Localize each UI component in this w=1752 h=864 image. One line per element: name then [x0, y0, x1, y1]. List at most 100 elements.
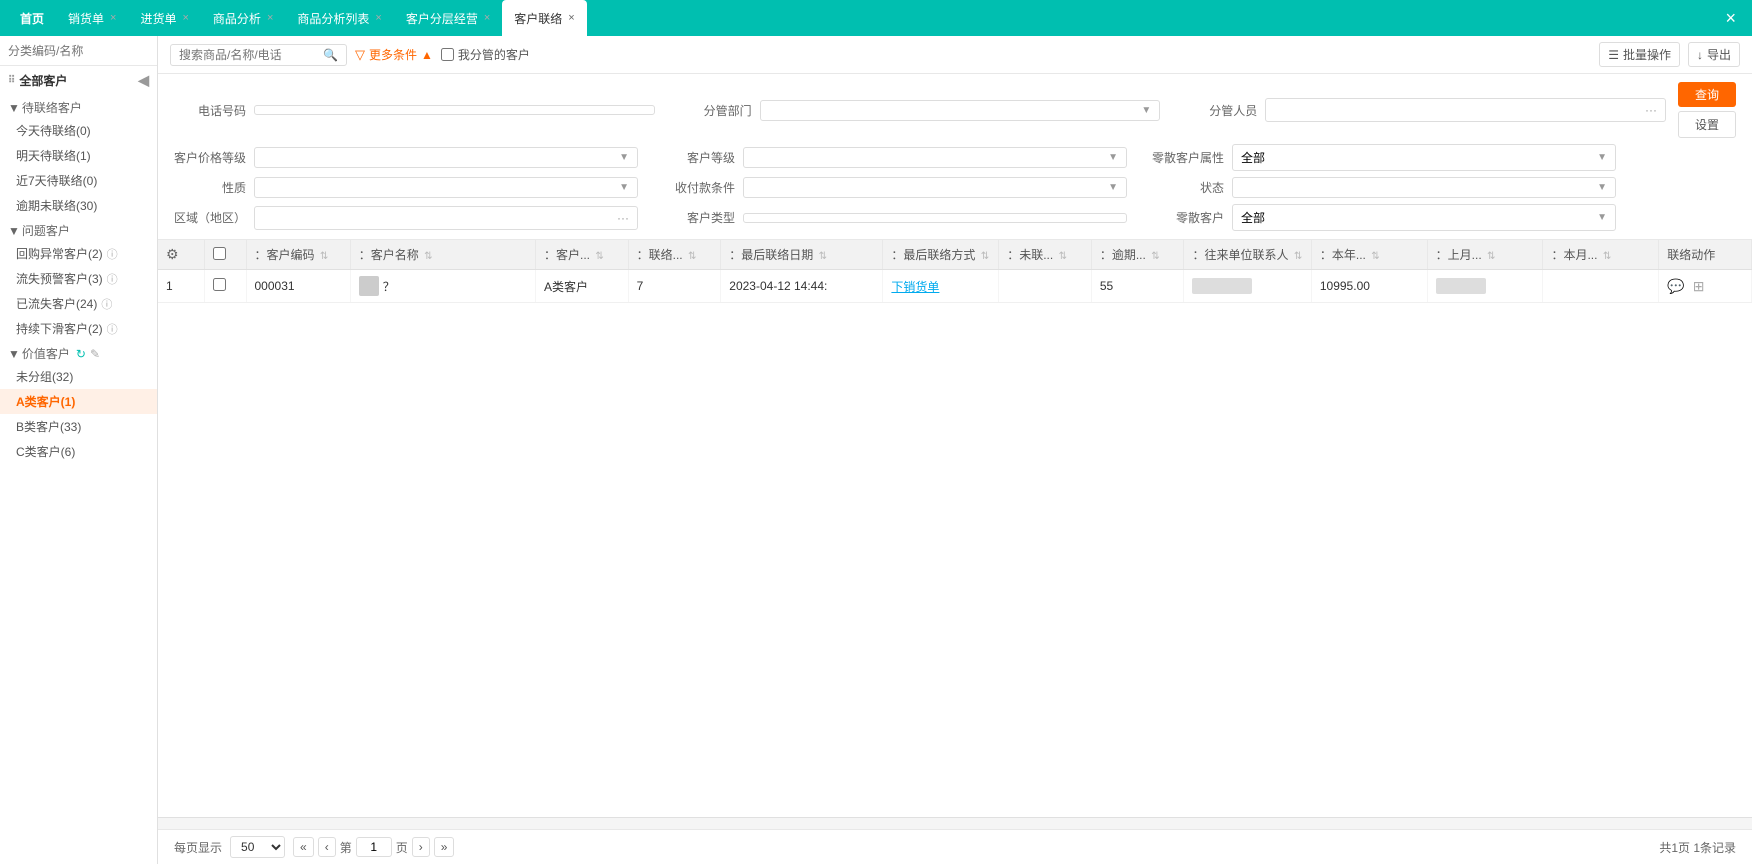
- sidebar-item-today[interactable]: 今天待联络(0): [0, 118, 157, 143]
- row-checkbox[interactable]: [213, 278, 226, 291]
- close-product-analysis-icon[interactable]: ×: [267, 12, 273, 24]
- select-all-checkbox[interactable]: [213, 247, 226, 260]
- export-button[interactable]: ↓ 导出: [1688, 42, 1740, 67]
- nav-tab-product-analysis[interactable]: 商品分析 ×: [201, 0, 285, 36]
- payment-select[interactable]: ▼: [743, 177, 1127, 198]
- page-prev-button[interactable]: ‹: [318, 837, 336, 857]
- close-product-list-icon[interactable]: ×: [375, 12, 381, 24]
- group-problem-label: 问题客户: [22, 222, 70, 239]
- cell-last-date: 2023-04-12 14:44:: [721, 270, 883, 303]
- sidebar-item-tomorrow[interactable]: 明天待联络(1): [0, 143, 157, 168]
- product-list-label: 商品分析列表: [297, 10, 369, 27]
- per-page-select[interactable]: 50 100 200: [230, 836, 285, 858]
- all-customers-header[interactable]: ⠿ 全部客户 ◀: [0, 66, 157, 95]
- th-unit-contact[interactable]: ：往来单位联系人 ⇅: [1184, 240, 1311, 270]
- horizontal-scrollbar[interactable]: [158, 817, 1752, 829]
- th-unit-contact-sort: ⇅: [1294, 251, 1302, 262]
- group-pending-contact[interactable]: ▼ 待联络客户: [0, 95, 157, 118]
- sidebar-item-churn-warning[interactable]: 流失预警客户(3) ⓘ: [0, 266, 157, 291]
- sidebar-item-overdue[interactable]: 逾期未联络(30): [0, 193, 157, 218]
- last-way-link[interactable]: 下销货单: [891, 280, 939, 294]
- top-close-button[interactable]: ×: [1717, 8, 1744, 29]
- churn-warning-label: 流失预警客户(3): [16, 270, 103, 287]
- page-first-button[interactable]: «: [293, 837, 314, 857]
- customer-grade-select[interactable]: ▼: [743, 147, 1127, 168]
- manager-dots-icon[interactable]: ···: [1645, 103, 1657, 117]
- filter-field-price-grade: 客户价格等级 ▼: [174, 147, 638, 168]
- phone-input[interactable]: [254, 105, 655, 115]
- group-problem-customers[interactable]: ▼ 问题客户: [0, 218, 157, 241]
- retail-attr-select[interactable]: 全部 ▼: [1232, 144, 1616, 171]
- customer-type-input[interactable]: [743, 213, 1127, 223]
- my-customers-checkbox-label[interactable]: 我分管的客户: [441, 46, 530, 63]
- manager-input[interactable]: ···: [1265, 98, 1666, 122]
- page-input[interactable]: [356, 837, 392, 857]
- page-last-button[interactable]: »: [434, 837, 455, 857]
- dept-select[interactable]: ▼: [760, 100, 1161, 121]
- filter-search-input[interactable]: [179, 48, 319, 62]
- nav-tab-purchase[interactable]: 进货单 ×: [128, 0, 200, 36]
- nav-tab-customer-contact[interactable]: 客户联络 ×: [502, 0, 586, 36]
- th-contact[interactable]: ：联络... ⇅: [628, 240, 721, 270]
- batch-op-button[interactable]: ☰ 批量操作: [1599, 42, 1680, 67]
- th-code[interactable]: ：客户编码 ⇅: [246, 240, 350, 270]
- th-this-year[interactable]: ：本年... ⇅: [1311, 240, 1427, 270]
- th-this-month[interactable]: ：本月... ⇅: [1543, 240, 1659, 270]
- status-select[interactable]: ▼: [1232, 177, 1616, 198]
- close-purchase-icon[interactable]: ×: [182, 12, 188, 24]
- filter-field-phone: 电话号码: [174, 102, 655, 119]
- th-this-month-sort: ⇅: [1603, 251, 1611, 262]
- th-code-label: ：客户编码: [255, 248, 315, 262]
- th-name[interactable]: ：客户名称 ⇅: [350, 240, 535, 270]
- sidebar-item-ungrouped[interactable]: 未分组(32): [0, 364, 157, 389]
- action-qr-icon[interactable]: ⊞: [1693, 278, 1705, 295]
- th-last-month[interactable]: ：上月... ⇅: [1427, 240, 1543, 270]
- th-no-contact[interactable]: ：未联... ⇅: [999, 240, 1092, 270]
- my-customers-checkbox[interactable]: [441, 48, 454, 61]
- region-dots-icon[interactable]: ···: [617, 211, 629, 225]
- nav-tab-home[interactable]: 首页: [8, 0, 56, 36]
- nav-tab-sales[interactable]: 销货单 ×: [56, 0, 128, 36]
- sidebar-item-c-class[interactable]: C类客户(6): [0, 439, 157, 464]
- close-customer-contact-icon[interactable]: ×: [568, 12, 574, 24]
- settings-button[interactable]: 设置: [1678, 111, 1736, 138]
- region-input[interactable]: ···: [254, 206, 638, 230]
- more-filter-button[interactable]: ▽ 更多条件 ▲: [355, 46, 433, 63]
- th-last-way[interactable]: ：最后联络方式 ⇅: [883, 240, 999, 270]
- sidebar-item-b-class[interactable]: B类客户(33): [0, 414, 157, 439]
- th-this-year-sort: ⇅: [1371, 251, 1379, 262]
- retail-select[interactable]: 全部 ▼: [1232, 204, 1616, 231]
- nav-tab-product-list[interactable]: 商品分析列表 ×: [285, 0, 393, 36]
- sidebar-item-continuous-decline[interactable]: 持续下滑客户(2) ⓘ: [0, 316, 157, 341]
- th-name-sort: ⇅: [424, 251, 432, 262]
- group-value-refresh-icon[interactable]: ↻: [76, 347, 86, 361]
- group-value-customers[interactable]: ▼ 价值客户 ↻ ✎: [0, 341, 157, 364]
- th-no-contact-sort: ⇅: [1059, 251, 1067, 262]
- query-button[interactable]: 查询: [1678, 82, 1736, 107]
- close-customer-tier-icon[interactable]: ×: [484, 12, 490, 24]
- group-value-edit-icon[interactable]: ✎: [90, 347, 100, 361]
- table-settings-icon[interactable]: ⚙: [166, 246, 179, 262]
- nav-tab-customer-tier[interactable]: 客户分层经营 ×: [394, 0, 502, 36]
- export-icon: ↓: [1697, 48, 1703, 62]
- sidebar-item-a-class[interactable]: A类客户(1): [0, 389, 157, 414]
- page-next-button[interactable]: ›: [412, 837, 430, 857]
- sidebar-collapse-icon[interactable]: ◀: [138, 72, 149, 89]
- filter-search-icon[interactable]: 🔍: [323, 48, 338, 62]
- sidebar-item-repurchase-abnormal[interactable]: 回购异常客户(2) ⓘ: [0, 241, 157, 266]
- sidebar-search-input[interactable]: [8, 44, 158, 58]
- th-last-date[interactable]: ：最后联络日期 ⇅: [721, 240, 883, 270]
- price-grade-select[interactable]: ▼: [254, 147, 638, 168]
- action-chat-icon[interactable]: 💬: [1667, 278, 1684, 295]
- filter-field-retail: 零散客户 全部 ▼: [1152, 204, 1616, 231]
- nature-select[interactable]: ▼: [254, 177, 638, 198]
- customer-type-label: 客户类型: [663, 209, 743, 226]
- th-contact-label: ：联络...: [637, 248, 683, 262]
- sidebar-item-7days[interactable]: 近7天待联络(0): [0, 168, 157, 193]
- unit-contact-placeholder: [1192, 278, 1252, 294]
- th-overdue[interactable]: ：逾期... ⇅: [1091, 240, 1184, 270]
- close-sales-icon[interactable]: ×: [110, 12, 116, 24]
- sidebar-item-churned[interactable]: 已流失客户(24) ⓘ: [0, 291, 157, 316]
- th-grade[interactable]: ：客户... ⇅: [536, 240, 629, 270]
- cell-last-way: 下销货单: [883, 270, 999, 303]
